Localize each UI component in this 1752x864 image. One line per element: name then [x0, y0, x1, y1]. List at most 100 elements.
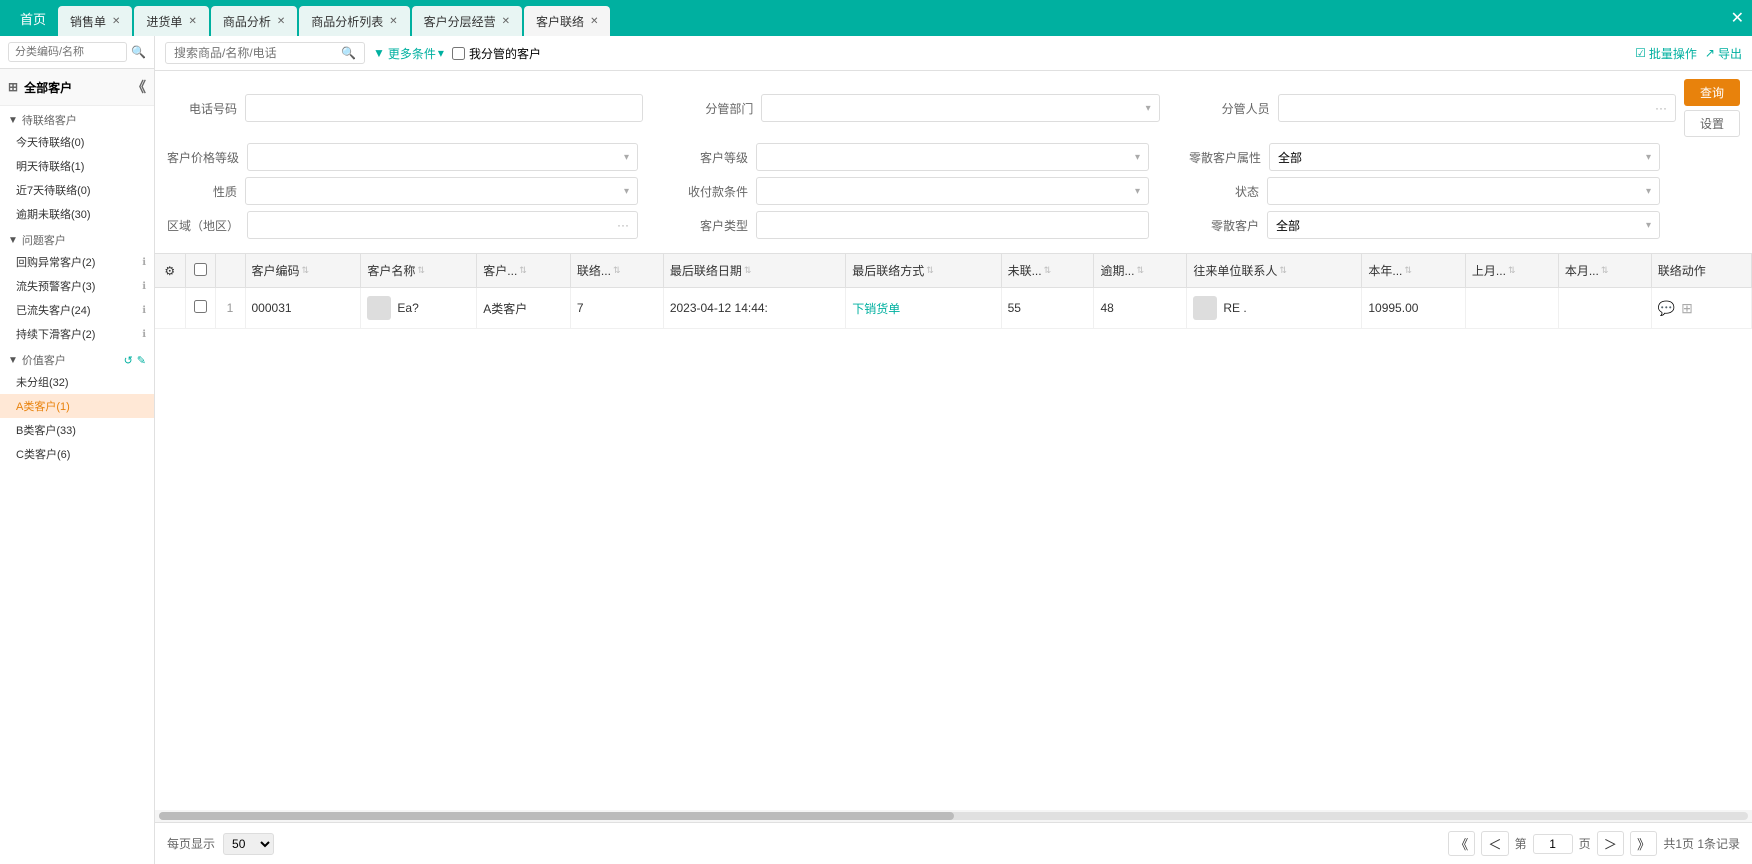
nav-tab-sales-close[interactable]: ✕	[112, 16, 120, 27]
sidebar-item-overdue-contact[interactable]: 逾期未联络(30)	[0, 202, 154, 226]
select-all-checkbox[interactable]	[194, 263, 207, 276]
nav-tab-sales[interactable]: 销售单 ✕	[58, 6, 132, 36]
nav-tab-customer-contact[interactable]: 客户联络 ✕	[524, 6, 610, 36]
total-records-label: 共1页 1条记录	[1663, 835, 1740, 852]
row-this-year: 10995.00	[1368, 301, 1418, 315]
filter-customer-level-select[interactable]: ▾	[756, 143, 1149, 171]
section-label-value: 价值客户	[22, 352, 66, 368]
sidebar-item-b-class[interactable]: B类客户(33)	[0, 418, 154, 442]
col-header-last-date[interactable]: 最后联络日期 ⇅	[663, 254, 845, 288]
my-customers-checkbox-label[interactable]: 我分管的客户	[452, 45, 541, 62]
col-header-last-method[interactable]: 最后联络方式 ⇅	[846, 254, 1001, 288]
nav-tab-customer-contact-close[interactable]: ✕	[590, 16, 598, 27]
nav-tab-customer-mgmt-close[interactable]: ✕	[502, 16, 510, 27]
per-page-select[interactable]: 50 100	[223, 833, 274, 855]
sidebar-section-value[interactable]: ▼ 价值客户 ↺ ✎	[0, 346, 154, 370]
filter-status-select[interactable]: ▾	[1267, 177, 1660, 205]
sidebar-search-icon[interactable]: 🔍	[131, 45, 146, 59]
my-customers-checkbox[interactable]	[452, 47, 465, 60]
sidebar-item-tomorrow[interactable]: 明天待联络(1)	[0, 154, 154, 178]
col-this-month-label: 本月...	[1565, 262, 1599, 279]
filter-price-level-select[interactable]: ▾	[247, 143, 638, 171]
nav-tab-customer-contact-label: 客户联络	[536, 13, 584, 30]
filter-row-2: 客户价格等级 ▾ 客户等级 ▾ 零散客户属性	[167, 143, 1740, 171]
sidebar-search-input[interactable]	[8, 42, 127, 62]
col-header-unit-contact[interactable]: 往来单位联系人 ⇅	[1187, 254, 1362, 288]
row-checkbox-cell[interactable]	[185, 288, 215, 329]
sidebar-item-churn-warning[interactable]: 流失预警客户(3) ℹ	[0, 274, 154, 298]
sidebar-item-overdue-contact-label: 逾期未联络(30)	[16, 206, 91, 222]
sidebar-item-repurchase-abnormal[interactable]: 回购异常客户(2) ℹ	[0, 250, 154, 274]
sidebar-item-a-class[interactable]: A类客户(1)	[0, 394, 154, 418]
sidebar-item-7days[interactable]: 近7天待联络(0)	[0, 178, 154, 202]
query-button[interactable]: 查询	[1684, 79, 1740, 106]
sidebar: 🔍 ⊞ 全部客户 《 ▼ 待联络客户 今天待联络(0) 明天待联络(1) 近7天…	[0, 36, 155, 864]
sidebar-section-pending[interactable]: ▼ 待联络客户	[0, 106, 154, 130]
sidebar-item-declining[interactable]: 持续下滑客户(2) ℹ	[0, 322, 154, 346]
sidebar-item-c-class[interactable]: C类客户(6)	[0, 442, 154, 466]
nav-tab-analysis-close[interactable]: ✕	[277, 16, 285, 27]
col-header-this-month[interactable]: 本月... ⇅	[1558, 254, 1651, 288]
filter-retail-attr-select[interactable]: 全部 ▾	[1269, 143, 1660, 171]
col-unit-contact-label: 往来单位联系人	[1193, 262, 1277, 279]
sidebar-collapse-button[interactable]: 《	[132, 77, 146, 97]
col-contact-label: 联络...	[577, 262, 611, 279]
nav-tab-analysis-list-close[interactable]: ✕	[389, 16, 397, 27]
chat-action-icon[interactable]: 💬	[1658, 300, 1675, 317]
first-page-button[interactable]: 《	[1448, 831, 1475, 856]
filter-phone-input[interactable]	[245, 94, 643, 122]
filter-payment-select[interactable]: ▾	[756, 177, 1149, 205]
close-all-tabs-button[interactable]: ✕	[1731, 8, 1744, 28]
filter-more-label: 更多条件	[388, 45, 436, 62]
scrollbar-thumb[interactable]	[159, 812, 954, 820]
toolbar-search-input[interactable]	[174, 46, 337, 60]
filter-nature-select[interactable]: ▾	[245, 177, 638, 205]
unit-contact-container: RE .	[1193, 296, 1355, 320]
sidebar-item-ungrouped[interactable]: 未分组(32)	[0, 370, 154, 394]
next-page-button[interactable]: ＞	[1597, 831, 1624, 856]
col-header-this-year[interactable]: 本年... ⇅	[1362, 254, 1466, 288]
col-header-code[interactable]: 客户编码 ⇅	[245, 254, 361, 288]
col-header-settings[interactable]: ⚙	[155, 254, 185, 288]
col-header-last-month[interactable]: 上月... ⇅	[1465, 254, 1558, 288]
sort-icon-overdue: ⇅	[1136, 265, 1144, 276]
prev-page-button[interactable]: ＜	[1481, 831, 1508, 856]
sidebar-all-customers-header[interactable]: ⊞ 全部客户 《	[0, 69, 154, 106]
sidebar-item-today[interactable]: 今天待联络(0)	[0, 130, 154, 154]
batch-operation-button[interactable]: ☑ 批量操作	[1635, 45, 1697, 62]
col-header-type[interactable]: 客户... ⇅	[477, 254, 571, 288]
export-button[interactable]: ↗ 导出	[1705, 45, 1742, 62]
qrcode-action-icon[interactable]: ⊞	[1681, 300, 1693, 317]
filter-retail-customer-select[interactable]: 全部 ▾	[1267, 211, 1660, 239]
row-last-method-link[interactable]: 下销货单	[852, 302, 900, 316]
filter-customer-type-input[interactable]	[756, 211, 1149, 239]
sidebar-section-problem[interactable]: ▼ 问题客户	[0, 226, 154, 250]
col-header-no-contact[interactable]: 未联... ⇅	[1001, 254, 1094, 288]
value-section-refresh-icon[interactable]: ↺	[124, 354, 133, 367]
toolbar-search-icon[interactable]: 🔍	[341, 46, 356, 60]
last-page-button[interactable]: 》	[1630, 831, 1657, 856]
col-header-name[interactable]: 客户名称 ⇅	[361, 254, 477, 288]
nav-tab-customer-mgmt[interactable]: 客户分层经营 ✕	[412, 6, 522, 36]
filter-region-select[interactable]: ···	[247, 211, 638, 239]
col-header-checkbox[interactable]	[185, 254, 215, 288]
sidebar-item-churned[interactable]: 已流失客户(24) ℹ	[0, 298, 154, 322]
row-checkbox[interactable]	[194, 300, 207, 313]
nav-tab-purchase-close[interactable]: ✕	[188, 16, 196, 27]
row-code: 000031	[252, 301, 292, 315]
horizontal-scrollbar[interactable]	[155, 810, 1752, 822]
nav-home[interactable]: 首页	[8, 0, 58, 36]
settings-button[interactable]: 设置	[1684, 110, 1740, 137]
sidebar-item-7days-label: 近7天待联络(0)	[16, 182, 91, 198]
nav-tab-analysis-list[interactable]: 商品分析列表 ✕	[299, 6, 409, 36]
nav-tab-analysis[interactable]: 商品分析 ✕	[211, 6, 297, 36]
value-section-edit-icon[interactable]: ✎	[137, 354, 146, 367]
current-page-input[interactable]	[1533, 834, 1573, 854]
col-header-contact[interactable]: 联络... ⇅	[570, 254, 663, 288]
col-header-overdue[interactable]: 逾期... ⇅	[1094, 254, 1187, 288]
row-unit-contact: RE .	[1223, 301, 1246, 315]
filter-more-button[interactable]: ▼ 更多条件 ▾	[373, 45, 444, 62]
nav-tab-purchase[interactable]: 进货单 ✕	[134, 6, 208, 36]
filter-manager-select[interactable]: ···	[1278, 94, 1676, 122]
filter-dept-select[interactable]: ▾	[761, 94, 1159, 122]
